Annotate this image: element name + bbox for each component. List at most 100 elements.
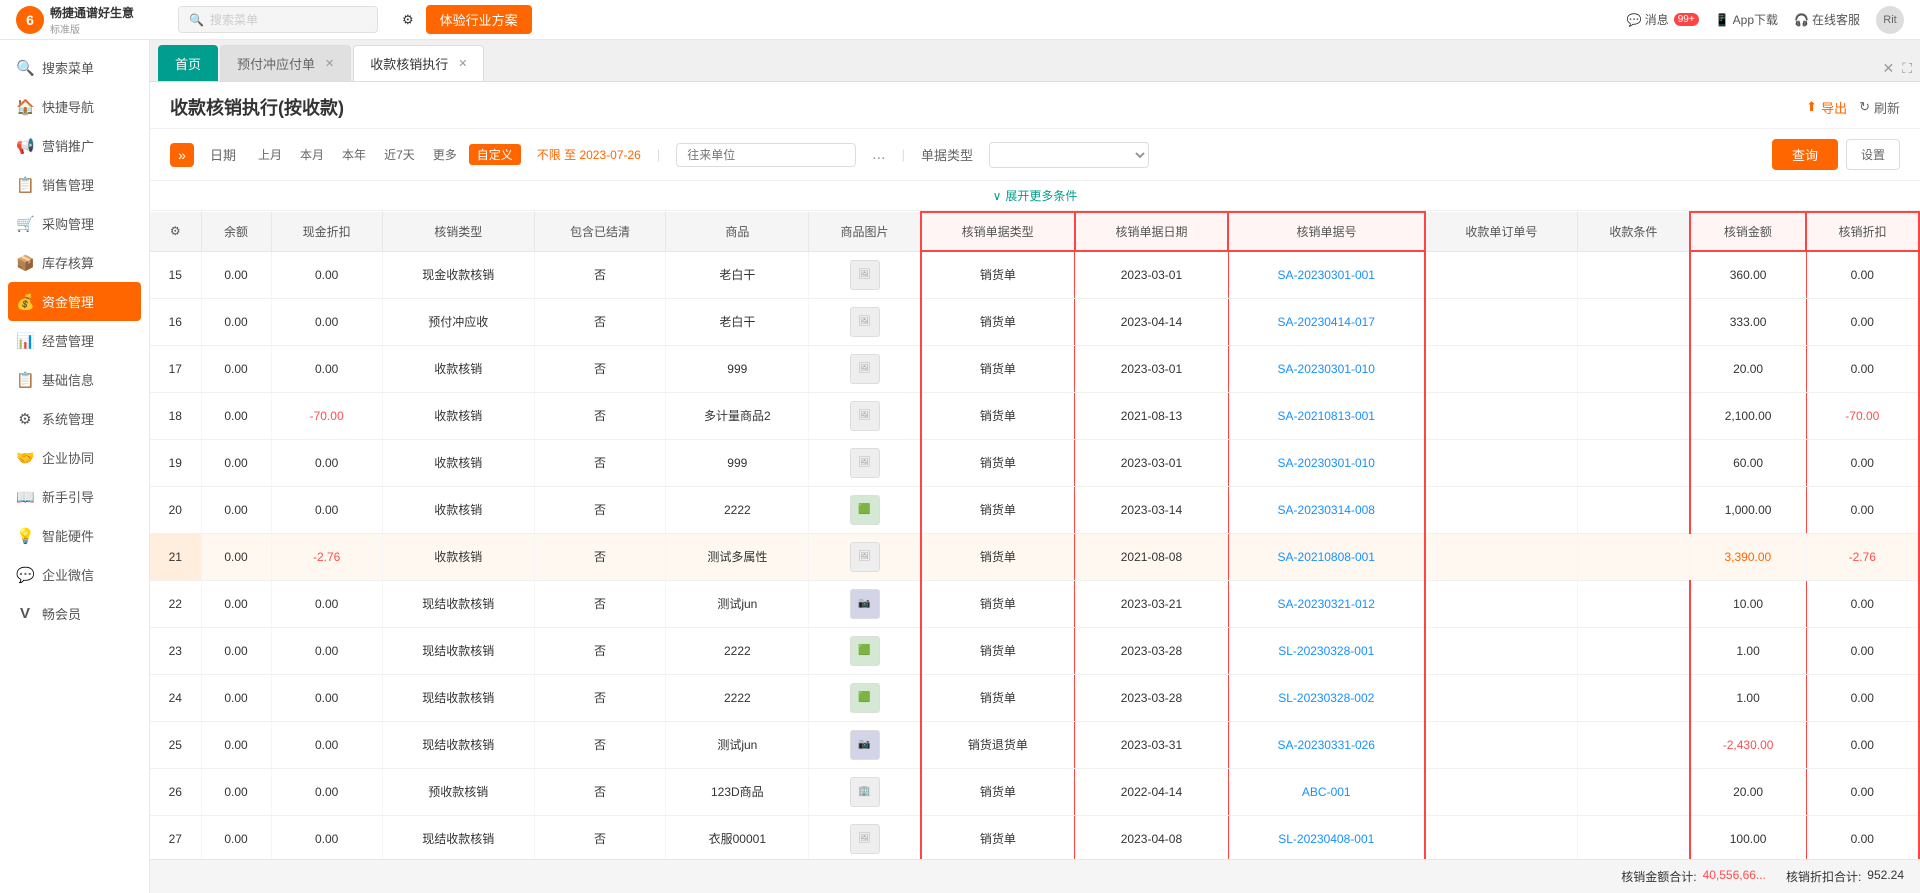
top-search-box[interactable]: 🔍 搜索菜单 <box>178 6 378 33</box>
td-writeoff-date: 2021-08-08 <box>1075 533 1229 580</box>
td-collection-condition <box>1578 251 1690 298</box>
sidebar-item-marketing[interactable]: 📢 营销推广 <box>0 126 149 165</box>
td-collection-order-no <box>1425 439 1578 486</box>
app-download-button[interactable]: 📱 App下载 <box>1715 11 1778 28</box>
sidebar-item-purchase[interactable]: 🛒 采购管理 <box>0 204 149 243</box>
filter-toggle[interactable]: » <box>170 143 194 167</box>
td-writeoff-number: SA-20210808-001 <box>1228 533 1424 580</box>
sidebar-item-search[interactable]: 🔍 搜索菜单 <box>0 48 149 87</box>
sidebar-item-system[interactable]: ⚙ 系统管理 <box>0 399 149 438</box>
user-avatar[interactable]: Rit <box>1876 6 1904 34</box>
tab-collection[interactable]: 收款核销执行 ✕ <box>353 45 484 81</box>
td-writeoff-date: 2023-03-28 <box>1075 627 1229 674</box>
filter-prev-month[interactable]: 上月 <box>252 144 288 165</box>
tab-advance[interactable]: 预付冲应付单 ✕ <box>220 45 351 81</box>
th-settings[interactable]: ⚙ <box>150 212 201 251</box>
table-row: 22 0.00 0.00 现结收款核销 否 测试jun 📷 销货单 2023-0… <box>150 580 1919 627</box>
td-collection-order-no <box>1425 768 1578 815</box>
td-writeoff-discount: 0.00 <box>1806 580 1919 627</box>
headset-icon: 🎧 <box>1794 13 1809 27</box>
page-header: 收款核销执行(按收款) ⬆ 导出 ↻ 刷新 <box>150 82 1920 129</box>
td-cash-discount: 0.00 <box>271 486 382 533</box>
product-image: 🖼 <box>850 401 880 431</box>
td-writeoff-discount: -70.00 <box>1806 392 1919 439</box>
sales-icon: 📋 <box>16 176 34 194</box>
td-writeoff-voucher-type: 销货单 <box>921 627 1075 674</box>
td-no: 15 <box>150 251 201 298</box>
sidebar-item-member[interactable]: V 畅会员 <box>0 594 149 633</box>
td-writeoff-discount: 0.00 <box>1806 627 1919 674</box>
td-writeoff-type: 收款核销 <box>382 392 534 439</box>
td-no: 16 <box>150 298 201 345</box>
system-icon: ⚙ <box>16 410 34 428</box>
tab-collection-close[interactable]: ✕ <box>458 57 467 70</box>
logo-area: 6 畅捷通谱好生意 标准版 <box>16 4 166 36</box>
member-icon: V <box>16 605 34 622</box>
sidebar-item-sales[interactable]: 📋 销售管理 <box>0 165 149 204</box>
expand-more-button[interactable]: ∨ 展开更多条件 <box>993 187 1078 204</box>
filter-more-date[interactable]: 更多 <box>427 144 463 165</box>
gear-icon[interactable]: ⚙ <box>402 12 414 28</box>
sidebar-item-wechat[interactable]: 💬 企业微信 <box>0 555 149 594</box>
td-cash-discount: 0.00 <box>271 345 382 392</box>
refresh-button[interactable]: ↻ 刷新 <box>1859 98 1900 117</box>
td-include-settled: 否 <box>534 345 666 392</box>
td-no: 20 <box>150 486 201 533</box>
messages-button[interactable]: 💬 消息 99+ <box>1627 11 1699 28</box>
sidebar-item-quick-nav[interactable]: 🏠 快捷导航 <box>0 87 149 126</box>
tab-home[interactable]: 首页 <box>158 45 218 81</box>
sidebar-item-inventory[interactable]: 📦 库存核算 <box>0 243 149 282</box>
sidebar-item-operations[interactable]: 📊 经营管理 <box>0 321 149 360</box>
online-service-button[interactable]: 🎧 在线客服 <box>1794 11 1860 28</box>
filter-custom[interactable]: 自定义 <box>469 144 521 165</box>
chevron-down-icon: ∨ <box>993 189 1002 203</box>
th-writeoff-type: 核销类型 <box>382 212 534 251</box>
table-row: 27 0.00 0.00 现结收款核销 否 衣服00001 🖼 销货单 2023… <box>150 815 1919 859</box>
sidebar-item-finance[interactable]: 💰 资金管理 <box>8 282 141 321</box>
filter-curr-year[interactable]: 本年 <box>336 144 372 165</box>
tab-advance-close[interactable]: ✕ <box>325 57 334 70</box>
td-writeoff-type: 预收款核销 <box>382 768 534 815</box>
td-cash-discount: -2.76 <box>271 533 382 580</box>
td-writeoff-discount: 0.00 <box>1806 486 1919 533</box>
product-image: 🏢 <box>850 777 880 807</box>
sidebar-item-smart-hw[interactable]: 💡 智能硬件 <box>0 516 149 555</box>
product-image: 🟩 <box>850 636 880 666</box>
sidebar-item-basic-info[interactable]: 📋 基础信息 <box>0 360 149 399</box>
td-include-settled: 否 <box>534 251 666 298</box>
td-collection-condition <box>1578 674 1690 721</box>
solution-button[interactable]: 体验行业方案 <box>426 5 532 34</box>
counterpart-dots[interactable]: ... <box>872 146 885 164</box>
filter-divider1: | <box>657 147 660 162</box>
td-writeoff-number: SA-20230331-026 <box>1228 721 1424 768</box>
sidebar-item-enterprise[interactable]: 🤝 企业协同 <box>0 438 149 477</box>
td-goods-image: 🖼 <box>809 345 921 392</box>
td-writeoff-type: 现结收款核销 <box>382 815 534 859</box>
tab-maximize-icon[interactable]: ⛶ <box>1902 60 1912 77</box>
setting-button[interactable]: 设置 <box>1846 139 1900 170</box>
tab-close-all-icon[interactable]: ✕ <box>1882 60 1894 77</box>
td-cash-discount: 0.00 <box>271 251 382 298</box>
td-goods: 衣服00001 <box>666 815 809 859</box>
td-writeoff-amount: 3,390.00 <box>1690 533 1807 580</box>
td-goods: 2222 <box>666 627 809 674</box>
sidebar-item-guide[interactable]: 📖 新手引导 <box>0 477 149 516</box>
filter-actions: 查询 设置 <box>1772 139 1900 170</box>
filter-curr-month[interactable]: 本月 <box>294 144 330 165</box>
logo-text: 畅捷通谱好生意 标准版 <box>50 4 134 36</box>
td-writeoff-discount: 0.00 <box>1806 768 1919 815</box>
td-writeoff-type: 收款核销 <box>382 345 534 392</box>
table-footer: 核销金额合计: 40,556,66... 核销折扣合计: 952.24 <box>150 859 1920 893</box>
table-row: 20 0.00 0.00 收款核销 否 2222 🟩 销货单 2023-03-1… <box>150 486 1919 533</box>
counterpart-input[interactable] <box>676 143 856 167</box>
export-button[interactable]: ⬆ 导出 <box>1806 98 1847 117</box>
hardware-icon: 💡 <box>16 527 34 545</box>
filter-week[interactable]: 近7天 <box>378 144 421 165</box>
td-collection-condition <box>1578 298 1690 345</box>
td-goods: 老白干 <box>666 251 809 298</box>
td-collection-order-no <box>1425 627 1578 674</box>
td-balance: 0.00 <box>201 298 271 345</box>
query-button[interactable]: 查询 <box>1772 139 1838 170</box>
voucher-type-select[interactable] <box>989 142 1149 168</box>
td-balance: 0.00 <box>201 439 271 486</box>
